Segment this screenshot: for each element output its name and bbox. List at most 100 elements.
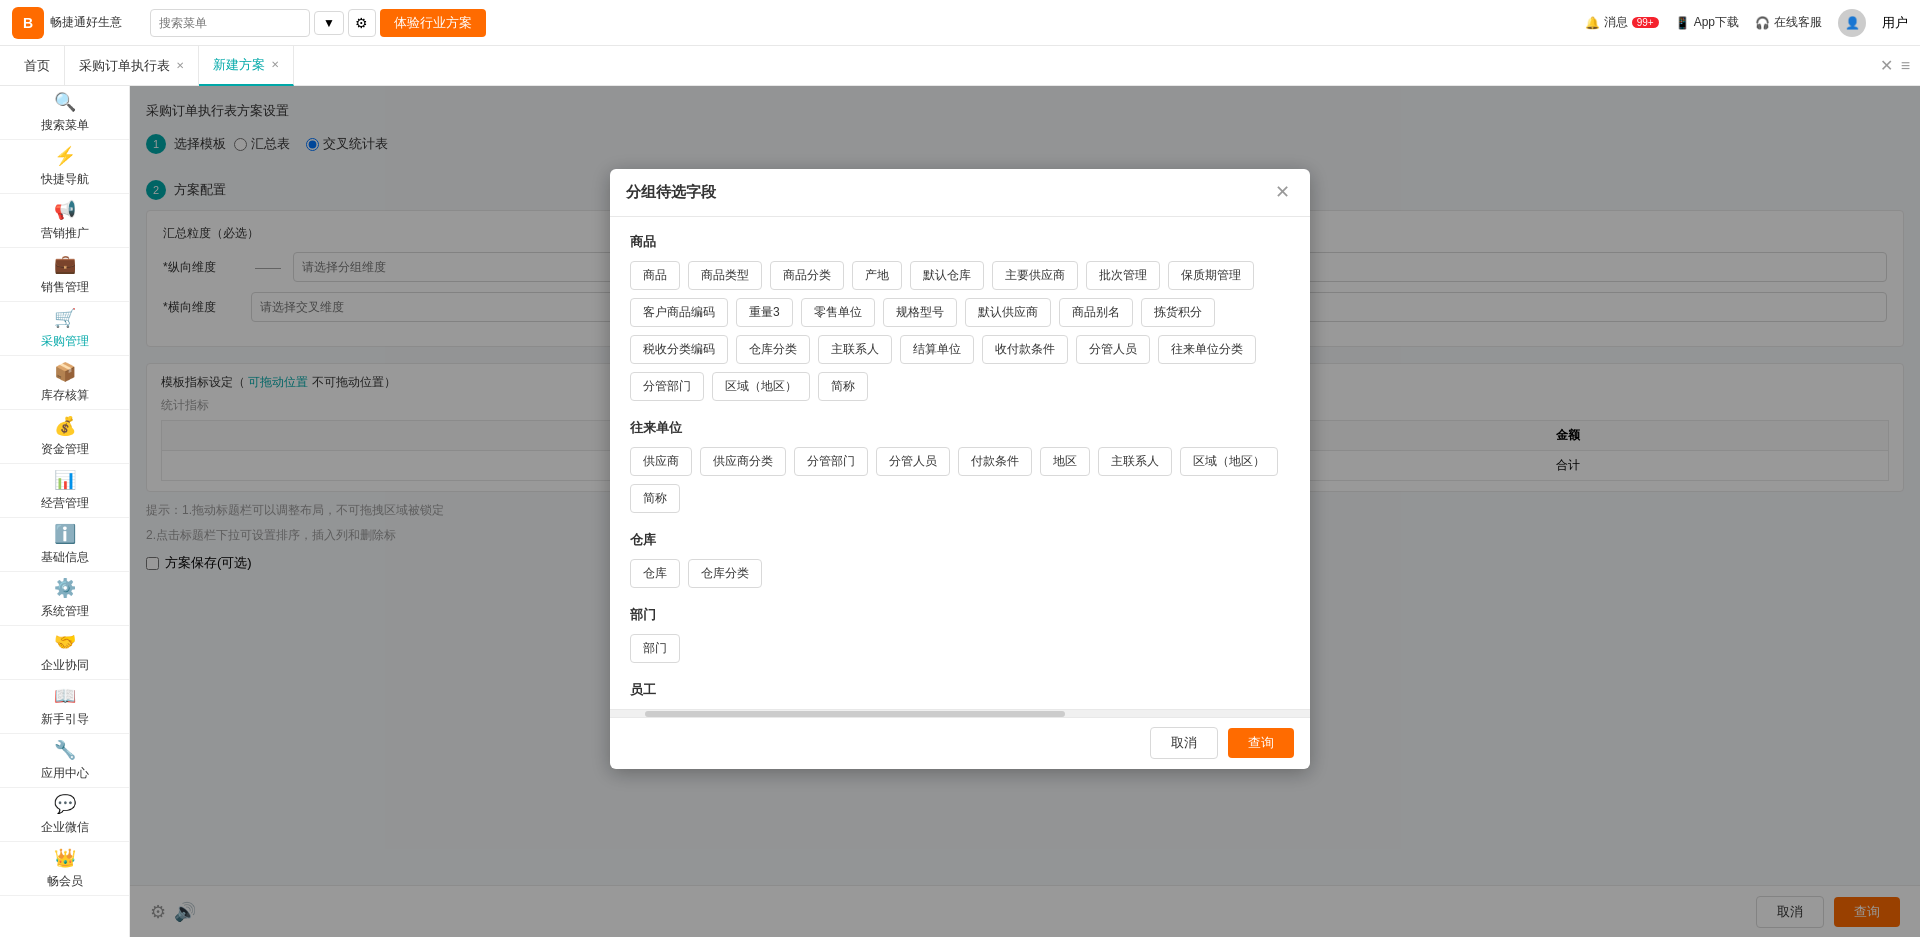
field-tag[interactable]: 分管人员 bbox=[1076, 335, 1150, 364]
field-tag[interactable]: 商品类型 bbox=[688, 261, 762, 290]
modal-confirm-button[interactable]: 查询 bbox=[1228, 728, 1294, 758]
purchase-icon: 🛒 bbox=[54, 307, 76, 329]
modal-horizontal-scrollbar[interactable] bbox=[610, 709, 1310, 717]
top-search: ▼ ⚙ 体验行业方案 bbox=[150, 9, 486, 37]
member-icon: 👑 bbox=[54, 847, 76, 869]
tab-purchase-close[interactable]: ✕ bbox=[176, 60, 184, 71]
field-tag[interactable]: 商品分类 bbox=[770, 261, 844, 290]
field-tag[interactable]: 零售单位 bbox=[801, 298, 875, 327]
field-tag[interactable]: 供应商 bbox=[630, 447, 692, 476]
modal-cancel-button[interactable]: 取消 bbox=[1150, 727, 1218, 759]
marketing-icon: 📢 bbox=[54, 199, 76, 221]
sidebar-item-system[interactable]: ⚙️ 系统管理 bbox=[0, 572, 129, 626]
sidebar-item-guide[interactable]: 📖 新手引导 bbox=[0, 680, 129, 734]
tab-new-plan[interactable]: 新建方案 ✕ bbox=[199, 46, 294, 86]
section-title-partner: 往来单位 bbox=[630, 419, 1290, 437]
sidebar-label-basic-info: 基础信息 bbox=[41, 549, 89, 566]
field-tag[interactable]: 仓库分类 bbox=[736, 335, 810, 364]
sidebar-label-sales: 销售管理 bbox=[41, 279, 89, 296]
wechat-icon: 💬 bbox=[54, 793, 76, 815]
field-tag[interactable]: 往来单位分类 bbox=[1158, 335, 1256, 364]
gear-icon[interactable]: ⚙ bbox=[348, 9, 376, 37]
sidebar-item-operations[interactable]: 📊 经营管理 bbox=[0, 464, 129, 518]
sidebar-item-member[interactable]: 👑 畅会员 bbox=[0, 842, 129, 896]
sales-icon: 💼 bbox=[54, 253, 76, 275]
field-tag[interactable]: 保质期管理 bbox=[1168, 261, 1254, 290]
section-title-product: 商品 bbox=[630, 233, 1290, 251]
inventory-icon: 📦 bbox=[54, 361, 76, 383]
field-tag[interactable]: 分管部门 bbox=[630, 372, 704, 401]
app-icon: 🔧 bbox=[54, 739, 76, 761]
sidebar-item-search[interactable]: 🔍 搜索菜单 bbox=[0, 86, 129, 140]
field-tag[interactable]: 收付款条件 bbox=[982, 335, 1068, 364]
tab-new-plan-close[interactable]: ✕ bbox=[271, 59, 279, 70]
field-tag[interactable]: 批次管理 bbox=[1086, 261, 1160, 290]
field-tag[interactable]: 仓库 bbox=[630, 559, 680, 588]
field-tag[interactable]: 产地 bbox=[852, 261, 902, 290]
field-tag[interactable]: 主联系人 bbox=[818, 335, 892, 364]
sidebar-item-wechat[interactable]: 💬 企业微信 bbox=[0, 788, 129, 842]
field-tag[interactable]: 默认供应商 bbox=[965, 298, 1051, 327]
field-tag[interactable]: 部门 bbox=[630, 634, 680, 663]
sidebar-item-sales[interactable]: 💼 销售管理 bbox=[0, 248, 129, 302]
field-tag[interactable]: 简称 bbox=[818, 372, 868, 401]
sidebar-item-purchase[interactable]: 🛒 采购管理 bbox=[0, 302, 129, 356]
sidebar-label-app: 应用中心 bbox=[41, 765, 89, 782]
field-tag[interactable]: 分管部门 bbox=[794, 447, 868, 476]
field-tag[interactable]: 供应商分类 bbox=[700, 447, 786, 476]
tab-bar: 首页 采购订单执行表 ✕ 新建方案 ✕ ✕ ≡ bbox=[0, 46, 1920, 86]
field-tag[interactable]: 商品 bbox=[630, 261, 680, 290]
field-tag[interactable]: 主联系人 bbox=[1098, 447, 1172, 476]
finance-icon: 💰 bbox=[54, 415, 76, 437]
online-service-item[interactable]: 🎧 在线客服 bbox=[1755, 14, 1822, 31]
cooperation-icon: 🤝 bbox=[54, 631, 76, 653]
field-tag[interactable]: 地区 bbox=[1040, 447, 1090, 476]
tab-home-label: 首页 bbox=[24, 57, 50, 75]
field-tag[interactable]: 规格型号 bbox=[883, 298, 957, 327]
experience-button[interactable]: 体验行业方案 bbox=[380, 9, 486, 37]
sidebar-item-basic-info[interactable]: ℹ️ 基础信息 bbox=[0, 518, 129, 572]
field-tag[interactable]: 区域（地区） bbox=[712, 372, 810, 401]
app-download-item[interactable]: 📱 App下载 bbox=[1675, 14, 1739, 31]
field-tag[interactable]: 拣货积分 bbox=[1141, 298, 1215, 327]
sidebar-label-member: 畅会员 bbox=[47, 873, 83, 890]
user-avatar[interactable]: 👤 bbox=[1838, 9, 1866, 37]
field-tag[interactable]: 商品别名 bbox=[1059, 298, 1133, 327]
sidebar-label-cooperation: 企业协同 bbox=[41, 657, 89, 674]
tab-new-plan-label: 新建方案 bbox=[213, 56, 265, 74]
sidebar-item-app[interactable]: 🔧 应用中心 bbox=[0, 734, 129, 788]
field-tag[interactable]: 分管人员 bbox=[876, 447, 950, 476]
sidebar-label-operations: 经营管理 bbox=[41, 495, 89, 512]
tab-purchase-order[interactable]: 采购订单执行表 ✕ bbox=[65, 46, 199, 86]
tab-bar-menu-icon[interactable]: ≡ bbox=[1901, 57, 1910, 75]
sidebar-item-inventory[interactable]: 📦 库存核算 bbox=[0, 356, 129, 410]
field-tag[interactable]: 仓库分类 bbox=[688, 559, 762, 588]
sidebar-item-finance[interactable]: 💰 资金管理 bbox=[0, 410, 129, 464]
sidebar-item-quicknav[interactable]: ⚡ 快捷导航 bbox=[0, 140, 129, 194]
search-input[interactable] bbox=[150, 9, 310, 37]
search-button[interactable]: ▼ bbox=[314, 11, 344, 35]
quicknav-icon: ⚡ bbox=[54, 145, 76, 167]
field-tag[interactable]: 税收分类编码 bbox=[630, 335, 728, 364]
notification-item[interactable]: 🔔 消息 99+ bbox=[1585, 14, 1659, 31]
field-tag[interactable]: 简称 bbox=[630, 484, 680, 513]
tab-bar-close-icon[interactable]: ✕ bbox=[1880, 56, 1893, 75]
modal-header: 分组待选字段 ✕ bbox=[610, 169, 1310, 217]
field-tag[interactable]: 重量3 bbox=[736, 298, 793, 327]
field-tag[interactable]: 区域（地区） bbox=[1180, 447, 1278, 476]
product-tags: 商品 商品类型 商品分类 产地 默认仓库 主要供应商 批次管理 保质期管理 客户… bbox=[630, 261, 1290, 401]
field-tag[interactable]: 默认仓库 bbox=[910, 261, 984, 290]
tab-home[interactable]: 首页 bbox=[10, 46, 65, 86]
sidebar-label-system: 系统管理 bbox=[41, 603, 89, 620]
section-title-employee: 员工 bbox=[630, 681, 1290, 699]
modal-body[interactable]: 商品 商品 商品类型 商品分类 产地 默认仓库 主要供应商 批次管理 保质期管理… bbox=[610, 217, 1310, 709]
sidebar-item-cooperation[interactable]: 🤝 企业协同 bbox=[0, 626, 129, 680]
field-tag[interactable]: 主要供应商 bbox=[992, 261, 1078, 290]
modal-close-button[interactable]: ✕ bbox=[1270, 180, 1294, 204]
field-tag[interactable]: 付款条件 bbox=[958, 447, 1032, 476]
field-section-partner: 往来单位 供应商 供应商分类 分管部门 分管人员 付款条件 地区 主联系人 区域… bbox=[630, 419, 1290, 513]
field-tag[interactable]: 客户商品编码 bbox=[630, 298, 728, 327]
field-tag[interactable]: 结算单位 bbox=[900, 335, 974, 364]
modal-hscroll-thumb bbox=[645, 711, 1065, 717]
sidebar-item-marketing[interactable]: 📢 营销推广 bbox=[0, 194, 129, 248]
